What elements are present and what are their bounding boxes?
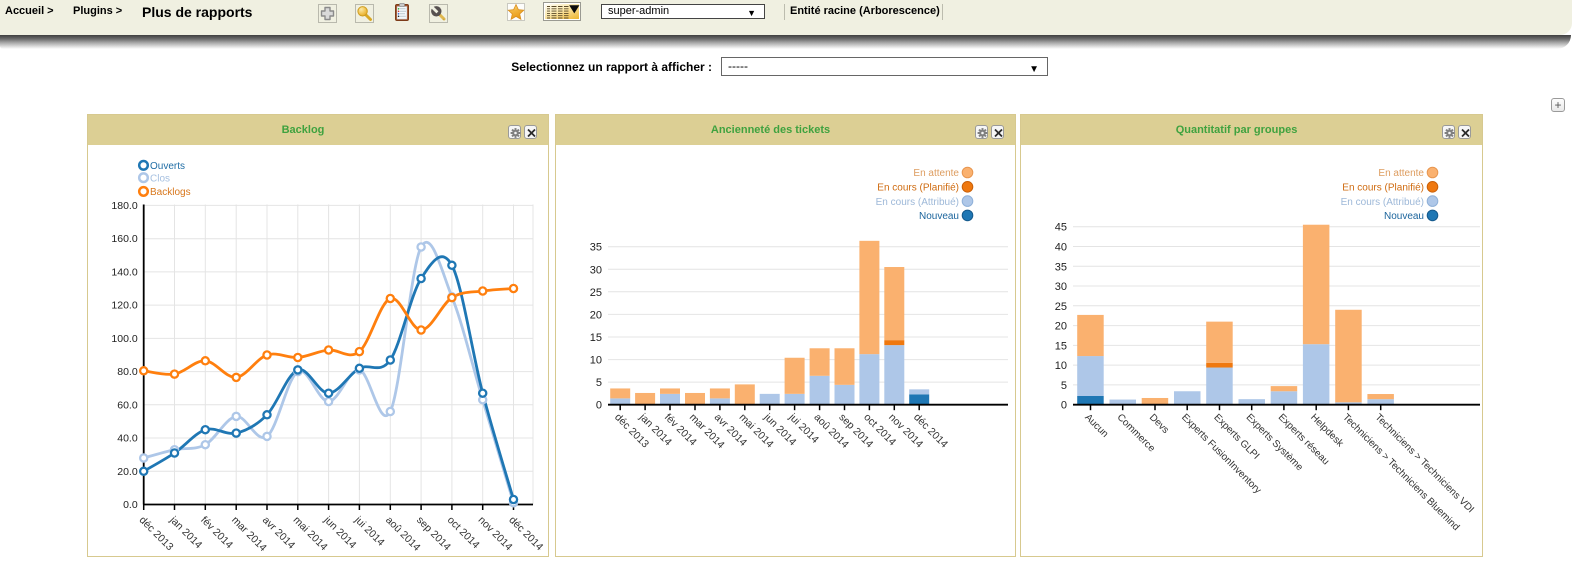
svg-text:0: 0	[1061, 400, 1067, 412]
svg-text:En cours (Planifié): En cours (Planifié)	[1342, 183, 1424, 194]
svg-text:En cours (Planifié): En cours (Planifié)	[877, 183, 959, 194]
svg-text:Aucun: Aucun	[1082, 412, 1110, 440]
svg-text:160.0: 160.0	[111, 233, 137, 245]
svg-text:Techniciens > Techniciens Blue: Techniciens > Techniciens Bluemind	[1340, 412, 1461, 533]
svg-text:40.0: 40.0	[117, 433, 138, 445]
svg-text:45: 45	[1055, 222, 1067, 234]
svg-text:25: 25	[1055, 301, 1067, 313]
svg-text:Experts Système: Experts Système	[1244, 412, 1306, 474]
svg-text:25: 25	[590, 287, 602, 299]
svg-text:En cours (Attribué): En cours (Attribué)	[1341, 197, 1424, 208]
svg-text:40: 40	[1055, 242, 1067, 254]
svg-text:120.0: 120.0	[111, 300, 137, 312]
svg-text:180.0: 180.0	[111, 200, 137, 212]
svg-text:5: 5	[1061, 380, 1067, 392]
svg-text:En cours (Attribué): En cours (Attribué)	[876, 197, 959, 208]
svg-text:60.0: 60.0	[117, 399, 138, 411]
svg-text:35: 35	[1055, 261, 1067, 273]
svg-text:100.0: 100.0	[111, 333, 137, 345]
svg-text:80.0: 80.0	[117, 366, 138, 378]
svg-text:Ouverts: Ouverts	[150, 161, 185, 172]
svg-text:10: 10	[1055, 360, 1067, 372]
svg-text:20.0: 20.0	[117, 466, 138, 478]
svg-text:20: 20	[590, 309, 602, 321]
svg-text:30: 30	[590, 264, 602, 276]
svg-text:140.0: 140.0	[111, 266, 137, 278]
svg-text:5: 5	[596, 377, 602, 389]
svg-text:Devs: Devs	[1147, 412, 1171, 436]
svg-text:Clos: Clos	[150, 173, 170, 184]
svg-text:En attente: En attente	[1378, 168, 1424, 179]
svg-text:Backlogs: Backlogs	[150, 187, 191, 198]
svg-text:Nouveau: Nouveau	[1384, 211, 1424, 222]
svg-text:En attente: En attente	[913, 168, 959, 179]
svg-text:35: 35	[590, 242, 602, 254]
svg-text:fév 2014: fév 2014	[198, 514, 235, 551]
svg-text:0: 0	[596, 400, 602, 412]
svg-text:15: 15	[590, 332, 602, 344]
svg-text:Nouveau: Nouveau	[919, 211, 959, 222]
svg-text:0.0: 0.0	[123, 499, 138, 511]
svg-text:10: 10	[590, 355, 602, 367]
svg-text:15: 15	[1055, 340, 1067, 352]
svg-text:20: 20	[1055, 321, 1067, 333]
svg-text:30: 30	[1055, 281, 1067, 293]
svg-text:déc 2014: déc 2014	[506, 514, 545, 553]
